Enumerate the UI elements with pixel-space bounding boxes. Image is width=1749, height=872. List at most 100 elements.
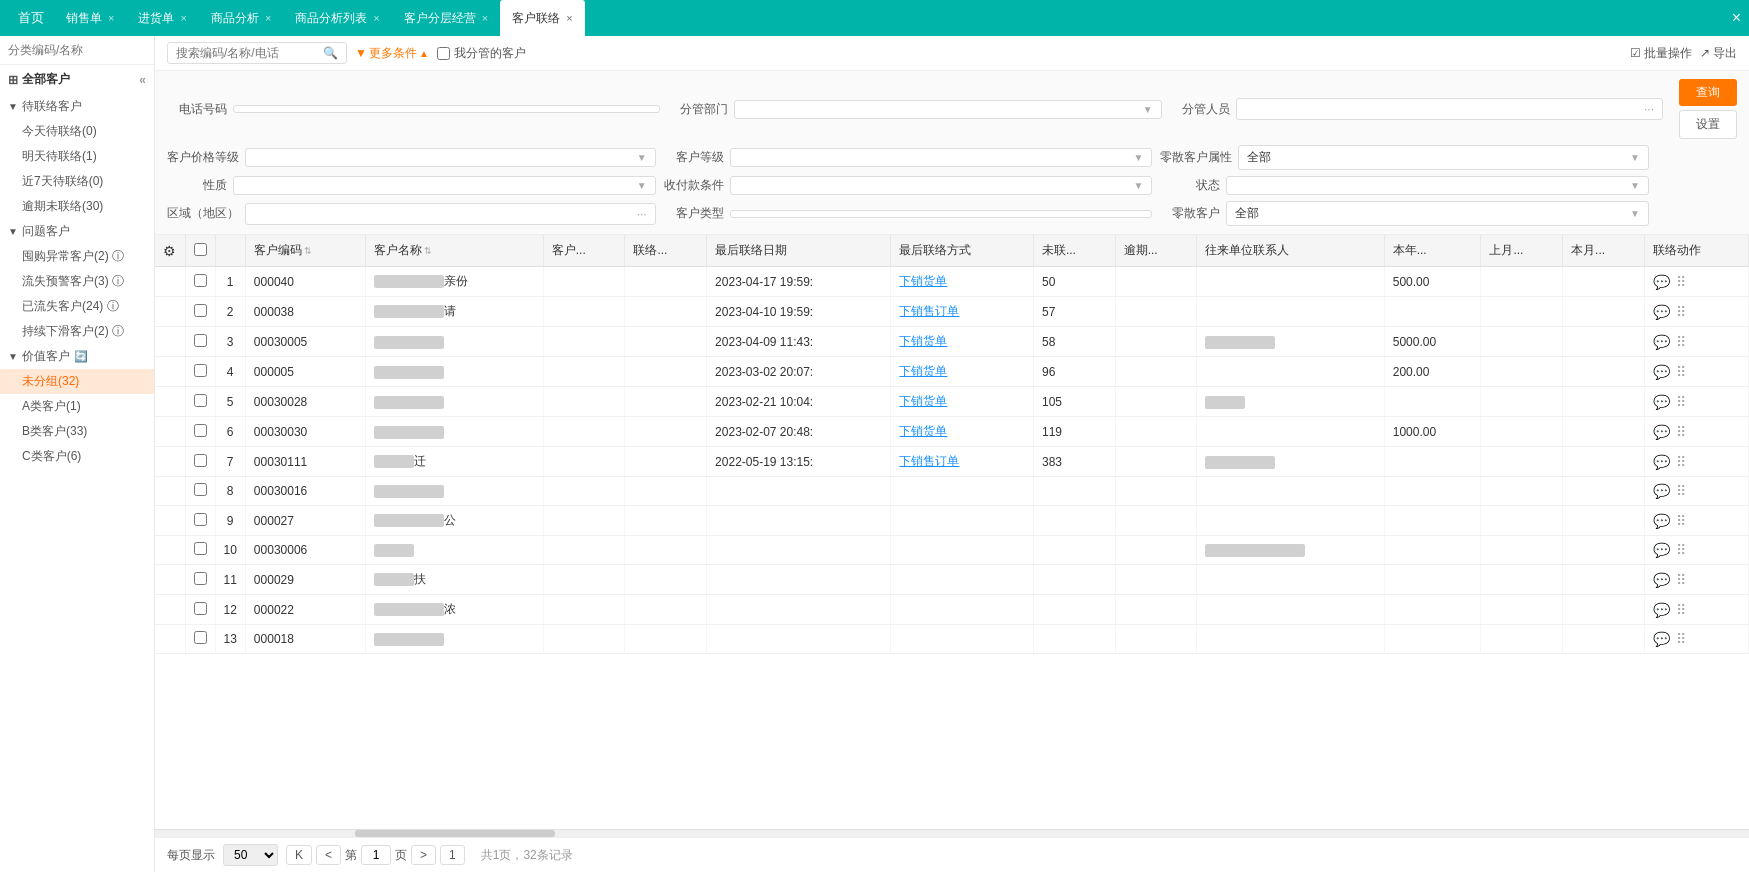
customer-type-input[interactable]	[730, 210, 1153, 218]
chat-icon[interactable]: 💬	[1653, 454, 1670, 470]
sidebar-item-churned[interactable]: 已流失客户(24) ⓘ	[0, 294, 154, 319]
sidebar-item-class-b[interactable]: B类客户(33)	[0, 419, 154, 444]
td-last-contact-method[interactable]: 下销货单	[891, 417, 1034, 447]
th-this-month[interactable]: 本月...	[1563, 235, 1645, 267]
sidebar-item-today-pending[interactable]: 今天待联络(0)	[0, 119, 154, 144]
th-not-contacted[interactable]: 未联...	[1033, 235, 1115, 267]
td-last-contact-method[interactable]: 下销售订单	[891, 447, 1034, 477]
td-last-contact-method[interactable]	[891, 477, 1034, 506]
grid-action-icon[interactable]: ⠿	[1676, 454, 1686, 470]
batch-operation-btn[interactable]: ☑ 批量操作	[1630, 45, 1692, 62]
td-last-contact-method[interactable]	[891, 565, 1034, 595]
sidebar-group-value-customers[interactable]: ▼ 价值客户 🔄	[0, 344, 154, 369]
chat-icon[interactable]: 💬	[1653, 602, 1670, 618]
sidebar-item-tomorrow-pending[interactable]: 明天待联络(1)	[0, 144, 154, 169]
row-checkbox[interactable]	[194, 334, 207, 347]
payment-terms-select[interactable]: ▼	[730, 176, 1153, 195]
row-checkbox[interactable]	[194, 572, 207, 585]
prev-page-button[interactable]: <	[316, 845, 341, 865]
td-last-contact-method[interactable]	[891, 506, 1034, 536]
grid-action-icon[interactable]: ⠿	[1676, 364, 1686, 380]
chat-icon[interactable]: 💬	[1653, 394, 1670, 410]
grid-action-icon[interactable]: ⠿	[1676, 631, 1686, 647]
chat-icon[interactable]: 💬	[1653, 631, 1670, 647]
th-name[interactable]: 客户名称⇅	[365, 235, 543, 267]
first-page-button[interactable]: K	[286, 845, 312, 865]
status-select[interactable]: ▼	[1226, 176, 1649, 195]
nature-select[interactable]: ▼	[233, 176, 656, 195]
row-checkbox[interactable]	[194, 513, 207, 526]
row-checkbox[interactable]	[194, 542, 207, 555]
more-conditions-btn[interactable]: ▼ 更多条件 ▲	[355, 45, 429, 62]
grid-action-icon[interactable]: ⠿	[1676, 542, 1686, 558]
td-checkbox[interactable]	[185, 506, 215, 536]
close-tab-customer-contact-icon[interactable]: ×	[566, 12, 572, 24]
close-tab-purchase-icon[interactable]: ×	[180, 12, 186, 24]
window-close-icon[interactable]: ×	[1732, 9, 1741, 27]
row-checkbox[interactable]	[194, 483, 207, 496]
reset-button[interactable]: 设置	[1679, 110, 1737, 139]
th-overdue[interactable]: 逾期...	[1115, 235, 1197, 267]
sidebar-item-7days-pending[interactable]: 近7天待联络(0)	[0, 169, 154, 194]
sidebar-item-hoarding-anomaly[interactable]: 囤购异常客户(2) ⓘ	[0, 244, 154, 269]
th-last-contact-method[interactable]: 最后联络方式	[891, 235, 1034, 267]
price-level-select[interactable]: ▼	[245, 148, 656, 167]
nav-tab-purchase[interactable]: 进货单 ×	[126, 0, 198, 36]
row-checkbox[interactable]	[194, 364, 207, 377]
chat-icon[interactable]: 💬	[1653, 542, 1670, 558]
nav-tab-product-analysis-list[interactable]: 商品分析列表 ×	[283, 0, 391, 36]
close-tab-product-analysis-list-icon[interactable]: ×	[373, 12, 379, 24]
scattered-attr-select[interactable]: 全部 ▼	[1238, 145, 1649, 170]
last-page-button[interactable]: 1	[440, 845, 465, 865]
per-page-select[interactable]: 50 20 100	[223, 844, 278, 866]
td-checkbox[interactable]	[185, 477, 215, 506]
chat-icon[interactable]: 💬	[1653, 483, 1670, 499]
scattered-select[interactable]: 全部 ▼	[1226, 201, 1649, 226]
main-search-icon[interactable]: 🔍	[323, 46, 338, 60]
th-partner-contact[interactable]: 往来单位联系人	[1197, 235, 1384, 267]
page-number-input[interactable]	[361, 845, 391, 865]
sidebar-collapse-icon[interactable]: «	[139, 73, 146, 87]
sidebar-item-churn-warning[interactable]: 流失预警客户(3) ⓘ	[0, 269, 154, 294]
dept-select[interactable]: ▼	[734, 100, 1161, 119]
chat-icon[interactable]: 💬	[1653, 364, 1670, 380]
td-checkbox[interactable]	[185, 536, 215, 565]
td-checkbox[interactable]	[185, 327, 215, 357]
td-checkbox[interactable]	[185, 387, 215, 417]
chat-icon[interactable]: 💬	[1653, 274, 1670, 290]
td-last-contact-method[interactable]: 下销货单	[891, 267, 1034, 297]
row-checkbox[interactable]	[194, 304, 207, 317]
chat-icon[interactable]: 💬	[1653, 334, 1670, 350]
region-select[interactable]: ···	[245, 203, 656, 225]
horizontal-scrollbar[interactable]	[155, 829, 1749, 837]
th-code[interactable]: 客户编码⇅	[245, 235, 365, 267]
grid-action-icon[interactable]: ⠿	[1676, 602, 1686, 618]
td-checkbox[interactable]	[185, 447, 215, 477]
td-last-contact-method[interactable]	[891, 595, 1034, 625]
chat-icon[interactable]: 💬	[1653, 513, 1670, 529]
sidebar-item-unclassified[interactable]: 未分组(32)	[0, 369, 154, 394]
close-tab-salesorder-icon[interactable]: ×	[108, 12, 114, 24]
row-checkbox[interactable]	[194, 602, 207, 615]
chat-icon[interactable]: 💬	[1653, 572, 1670, 588]
td-last-contact-method[interactable]: 下销售订单	[891, 297, 1034, 327]
grid-action-icon[interactable]: ⠿	[1676, 483, 1686, 499]
td-last-contact-method[interactable]: 下销货单	[891, 387, 1034, 417]
sidebar-search-input[interactable]	[8, 43, 155, 57]
row-checkbox[interactable]	[194, 424, 207, 437]
th-type[interactable]: 客户...	[543, 235, 625, 267]
phone-input[interactable]	[233, 105, 660, 113]
th-last-contact-date[interactable]: 最后联络日期	[707, 235, 891, 267]
sidebar-group-pending-contact[interactable]: ▼ 待联络客户	[0, 94, 154, 119]
chat-icon[interactable]: 💬	[1653, 304, 1670, 320]
grid-action-icon[interactable]: ⠿	[1676, 394, 1686, 410]
grid-action-icon[interactable]: ⠿	[1676, 513, 1686, 529]
refresh-icon[interactable]: 🔄	[74, 350, 88, 363]
td-last-contact-method[interactable]	[891, 536, 1034, 565]
chat-icon[interactable]: 💬	[1653, 424, 1670, 440]
row-checkbox[interactable]	[194, 454, 207, 467]
grid-action-icon[interactable]: ⠿	[1676, 424, 1686, 440]
close-tab-product-analysis-icon[interactable]: ×	[265, 12, 271, 24]
next-page-button[interactable]: >	[411, 845, 436, 865]
grid-action-icon[interactable]: ⠿	[1676, 334, 1686, 350]
